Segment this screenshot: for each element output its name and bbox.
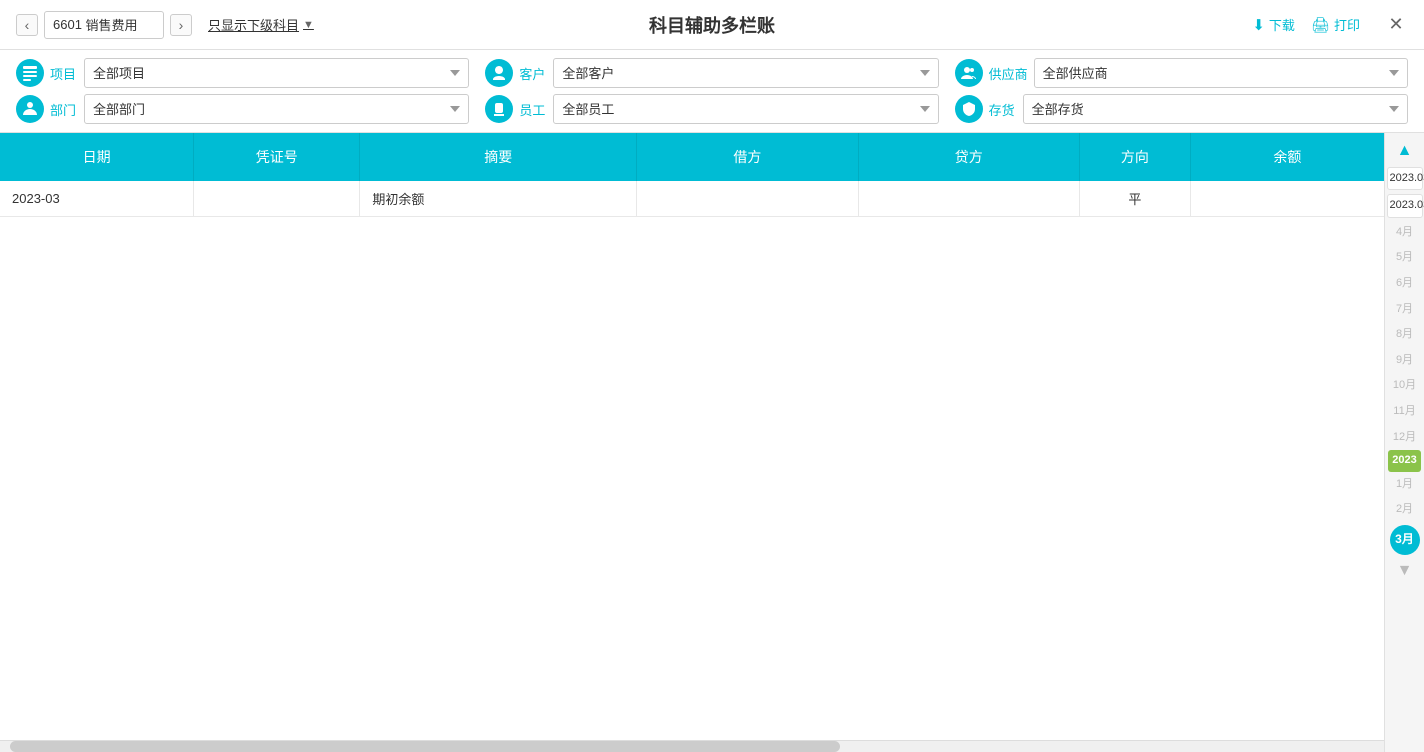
table-header-row: 日期 凭证号 摘要 借方 贷方 方向 余额 — [0, 133, 1384, 181]
filter-item-department: 部门 全部部门 — [16, 94, 469, 124]
customer-icon — [485, 59, 513, 87]
col-direction: 方向 — [1080, 133, 1191, 181]
department-select[interactable]: 全部部门 — [84, 94, 469, 124]
cell-balance — [1190, 181, 1384, 217]
filter-item-project: 项目 全部项目 — [16, 58, 469, 88]
project-icon — [16, 59, 44, 87]
period-selected-1[interactable]: 2023.03 — [1387, 167, 1423, 190]
project-label: 项目 — [50, 64, 78, 83]
inventory-label: 存货 — [989, 100, 1017, 119]
title-bar: ‹ 6601 销售费用 › 只显示下级科目 ▼ 科目辅助多栏账 ⬇ 下载 🖨 打… — [0, 0, 1424, 50]
show-sub-label: 只显示下级科目 — [208, 15, 299, 34]
project-select[interactable]: 全部项目 — [84, 58, 469, 88]
employee-label: 员工 — [519, 100, 547, 119]
inventory-select[interactable]: 全部存货 — [1023, 94, 1408, 124]
cell-date: 2023-03 — [0, 181, 194, 217]
col-voucher: 凭证号 — [194, 133, 360, 181]
print-button[interactable]: 🖨 打印 — [1311, 15, 1360, 34]
month-12[interactable]: 12月 — [1387, 425, 1423, 451]
h-scroll-thumb — [10, 741, 840, 752]
month-7[interactable]: 7月 — [1387, 297, 1423, 323]
col-summary: 摘要 — [360, 133, 637, 181]
print-icon: 🖨 — [1311, 16, 1330, 34]
filter-item-employee: 员工 全部员工 — [485, 94, 938, 124]
month-1[interactable]: 1月 — [1387, 472, 1423, 498]
col-credit: 贷方 — [858, 133, 1079, 181]
download-label: 下载 — [1269, 15, 1295, 34]
account-name: 销售费用 — [86, 15, 138, 34]
download-icon: ⬇ — [1252, 16, 1265, 34]
col-date: 日期 — [0, 133, 194, 181]
table-container[interactable]: 日期 凭证号 摘要 借方 贷方 方向 余额 2023-03 — [0, 133, 1384, 740]
supplier-icon — [955, 59, 983, 87]
title-actions: ⬇ 下载 🖨 打印 ✕ — [1252, 13, 1408, 37]
filter-area: 项目 全部项目 客户 全部客户 供应商 — [0, 50, 1424, 133]
month-2[interactable]: 2月 — [1387, 497, 1423, 523]
data-table: 日期 凭证号 摘要 借方 贷方 方向 余额 2023-03 — [0, 133, 1384, 217]
page-title: 科目辅助多栏账 — [649, 12, 775, 38]
supplier-select[interactable]: 全部供应商 — [1034, 58, 1408, 88]
department-icon — [16, 95, 44, 123]
cell-summary: 期初余额 — [360, 181, 637, 217]
filter-row-2: 部门 全部部门 员工 全部员工 存货 — [16, 94, 1408, 124]
cell-debit — [637, 181, 858, 217]
department-label: 部门 — [50, 100, 78, 119]
month-11[interactable]: 11月 — [1387, 399, 1423, 425]
cell-credit — [858, 181, 1079, 217]
main-window: ‹ 6601 销售费用 › 只显示下级科目 ▼ 科目辅助多栏账 ⬇ 下载 🖨 打… — [0, 0, 1424, 752]
month-4[interactable]: 4月 — [1387, 220, 1423, 246]
right-panel: ▲ 2023.03 2023.03 4月 5月 6月 7月 8月 9月 10月 … — [1384, 133, 1424, 752]
panel-scroll-down[interactable]: ▼ — [1393, 559, 1417, 583]
content-wrapper: 日期 凭证号 摘要 借方 贷方 方向 余额 2023-03 — [0, 133, 1424, 752]
filter-item-supplier: 供应商 全部供应商 — [955, 58, 1408, 88]
month-8[interactable]: 8月 — [1387, 322, 1423, 348]
supplier-label: 供应商 — [989, 64, 1028, 83]
account-code: 6601 — [53, 17, 82, 32]
month-9[interactable]: 9月 — [1387, 348, 1423, 374]
print-label: 打印 — [1334, 15, 1360, 34]
col-balance: 余额 — [1190, 133, 1384, 181]
filter-item-customer: 客户 全部客户 — [485, 58, 938, 88]
table-row[interactable]: 2023-03 期初余额 平 — [0, 181, 1384, 217]
account-code-name: 6601 销售费用 — [44, 11, 164, 39]
col-debit: 借方 — [637, 133, 858, 181]
prev-account-button[interactable]: ‹ — [16, 14, 38, 36]
main-content: 日期 凭证号 摘要 借方 贷方 方向 余额 2023-03 — [0, 133, 1384, 752]
filter-row-1: 项目 全部项目 客户 全部客户 供应商 — [16, 58, 1408, 88]
show-sub-arrow-icon: ▼ — [303, 19, 314, 31]
download-button[interactable]: ⬇ 下载 — [1252, 15, 1295, 34]
customer-select[interactable]: 全部客户 — [553, 58, 938, 88]
year-badge[interactable]: 2023 — [1388, 450, 1420, 472]
month-6[interactable]: 6月 — [1387, 271, 1423, 297]
panel-scroll-up[interactable]: ▲ — [1393, 139, 1417, 163]
month-5[interactable]: 5月 — [1387, 245, 1423, 271]
cell-direction: 平 — [1080, 181, 1191, 217]
next-account-button[interactable]: › — [170, 14, 192, 36]
month-10[interactable]: 10月 — [1387, 373, 1423, 399]
employee-select[interactable]: 全部员工 — [553, 94, 938, 124]
filter-item-inventory: 存货 全部存货 — [955, 94, 1408, 124]
show-sub-account[interactable]: 只显示下级科目 ▼ — [208, 15, 314, 34]
horizontal-scrollbar[interactable] — [0, 740, 1384, 752]
customer-label: 客户 — [519, 64, 547, 83]
period-selected-2[interactable]: 2023.03 — [1387, 194, 1423, 217]
employee-icon — [485, 95, 513, 123]
month-3-active[interactable]: 3月 — [1390, 525, 1420, 555]
close-button[interactable]: ✕ — [1384, 13, 1408, 37]
nav-area: ‹ 6601 销售费用 › — [16, 11, 192, 39]
inventory-icon — [955, 95, 983, 123]
cell-voucher — [194, 181, 360, 217]
